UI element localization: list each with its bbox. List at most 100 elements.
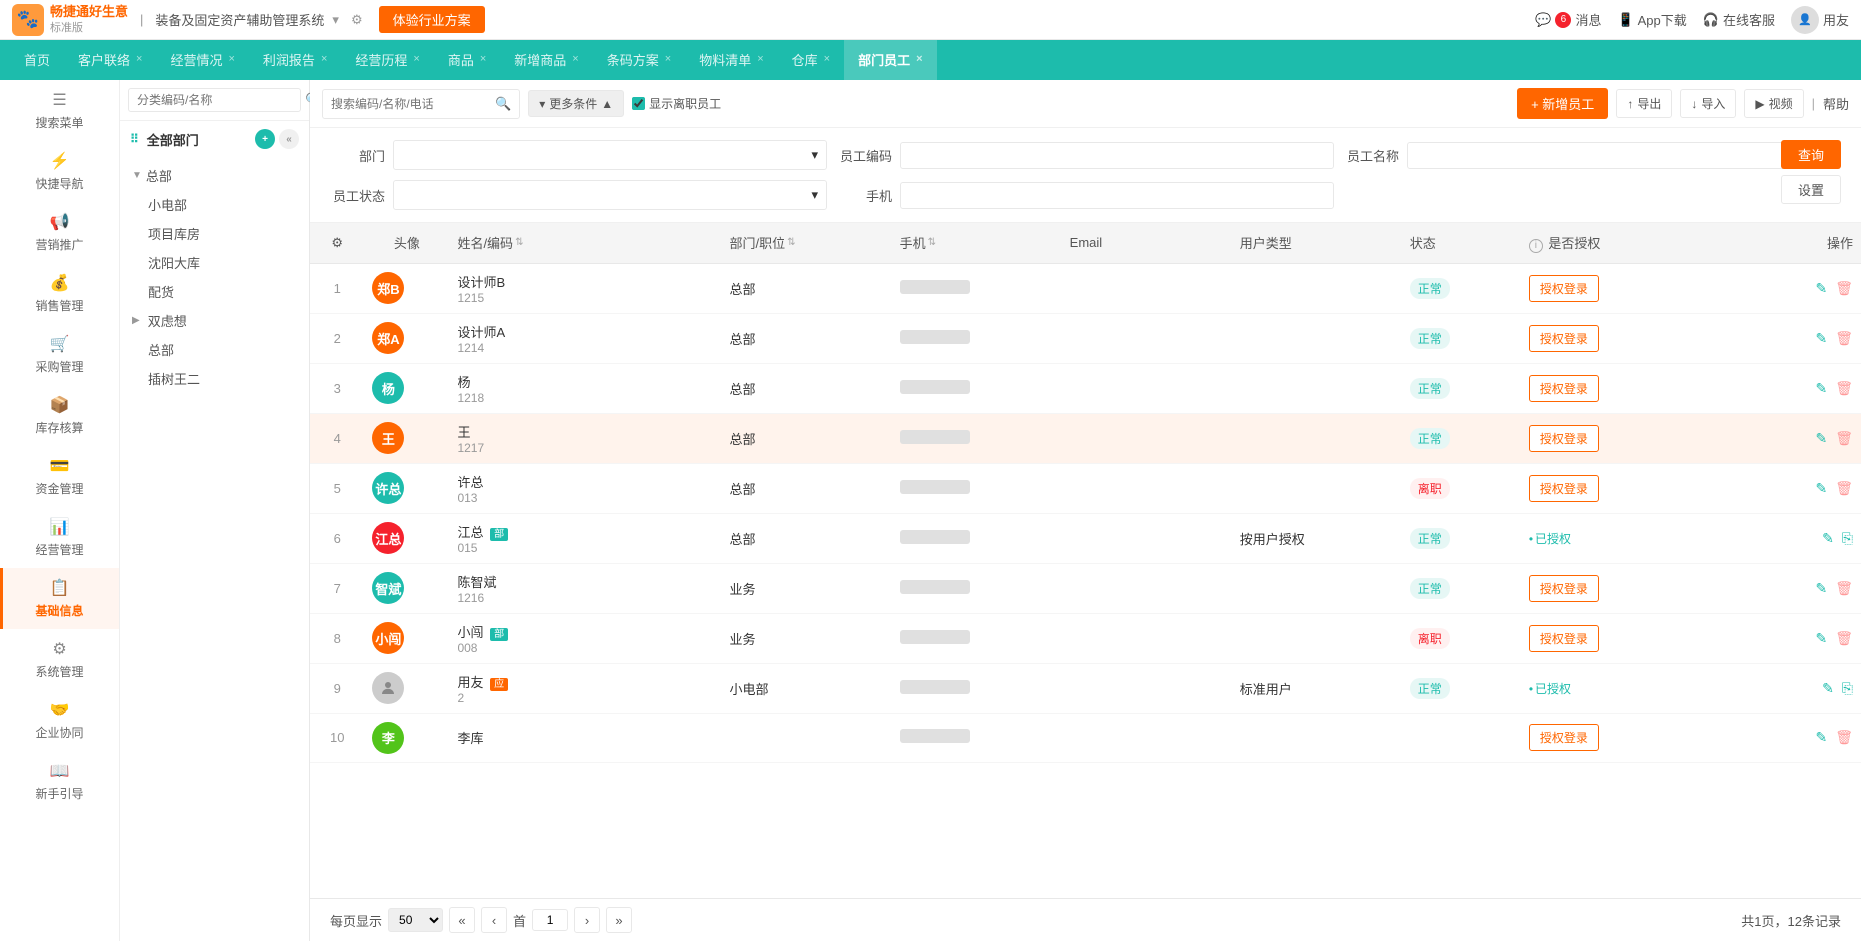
sidebar-item-inventory[interactable]: 📦 库存核算 [0,385,119,446]
close-icon[interactable]: × [321,53,327,65]
info-icon[interactable]: i [1529,239,1543,253]
auth-login-btn[interactable]: 授权登录 [1529,475,1599,502]
app-download-btn[interactable]: 📱 App下载 [1617,10,1686,29]
close-icon[interactable]: × [916,53,922,65]
help-btn[interactable]: 帮助 [1823,94,1849,113]
copy-icon[interactable]: ⎘ [1842,680,1853,697]
edit-icon[interactable]: ✎ [1822,680,1834,697]
dept-node-chashuwang[interactable]: 插树王二 [120,364,309,393]
sidebar-item-search[interactable]: ☰ 搜索菜单 [0,80,119,141]
video-btn[interactable]: ▶ 视频 [1744,89,1803,118]
close-icon[interactable]: × [757,53,763,65]
sidebar-item-guide[interactable]: 📖 新手引导 [0,751,119,812]
edit-icon[interactable]: ✎ [1815,480,1827,497]
query-btn[interactable]: 查询 [1781,140,1841,169]
export-btn[interactable]: ↑ 导出 [1616,89,1672,118]
import-btn[interactable]: ↓ 导入 [1680,89,1736,118]
tab-warehouse[interactable]: 仓库× [778,40,844,80]
empname-input[interactable] [1407,142,1841,169]
delete-icon[interactable]: 🗑 [1835,430,1853,447]
sidebar-item-marketing[interactable]: 📢 营销推广 [0,202,119,263]
dept-node-zonbu[interactable]: ▼ 总部 [120,161,309,190]
user-area[interactable]: 👤 用友 [1791,6,1849,34]
close-icon[interactable]: × [136,53,142,65]
tab-dept-staff[interactable]: 部门员工× [844,40,936,80]
status-select[interactable]: ▾ [393,180,827,210]
tab-profit[interactable]: 利润报告× [249,40,341,80]
dept-node-shenyang[interactable]: 沈阳大库 [120,248,309,277]
tab-barcode[interactable]: 条码方案× [593,40,685,80]
tab-add-goods[interactable]: 新增商品× [500,40,592,80]
empcode-input[interactable] [900,142,1334,169]
auth-login-btn[interactable]: 授权登录 [1529,575,1599,602]
tab-customer[interactable]: 客户联络× [64,40,156,80]
delete-icon[interactable]: 🗑 [1835,729,1853,746]
page-input[interactable] [532,909,568,931]
edit-icon[interactable]: ✎ [1815,330,1827,347]
auth-login-btn[interactable]: 授权登录 [1529,425,1599,452]
auth-login-btn[interactable]: 授权登录 [1529,275,1599,302]
sidebar-item-system[interactable]: ⚙ 系统管理 [0,629,119,690]
tab-history[interactable]: 经营历程× [341,40,433,80]
trial-btn[interactable]: 体验行业方案 [379,6,485,33]
tab-operation[interactable]: 经营情况× [156,40,248,80]
edit-icon[interactable]: ✎ [1815,729,1827,746]
dept-add-icon[interactable]: + [255,129,275,149]
close-icon[interactable]: × [480,53,486,65]
phone-input[interactable] [900,182,1334,209]
show-leave-checkbox-wrap[interactable]: 显示离职员工 [632,95,721,112]
dept-node-xiangli[interactable]: 项目库房 [120,219,309,248]
gear-icon[interactable]: ⚙ [351,12,363,28]
add-employee-btn[interactable]: + 新增员工 [1517,88,1608,119]
last-page-btn[interactable]: » [606,907,632,933]
edit-icon[interactable]: ✎ [1815,430,1827,447]
sidebar-item-quick-nav[interactable]: ⚡ 快捷导航 [0,141,119,202]
dept-node-xiaodibu[interactable]: 小电部 [120,190,309,219]
sidebar-item-enterprise[interactable]: 🤝 企业协同 [0,690,119,751]
delete-icon[interactable]: 🗑 [1835,630,1853,647]
edit-icon[interactable]: ✎ [1822,530,1834,547]
th-dept[interactable]: 部门/职位 ⇅ [722,223,892,263]
per-page-select[interactable]: 50 100 200 [388,908,443,932]
copy-icon[interactable]: ⎘ [1842,530,1853,547]
close-icon[interactable]: × [413,53,419,65]
close-icon[interactable]: × [572,53,578,65]
auth-login-btn[interactable]: 授权登录 [1529,625,1599,652]
first-page-btn[interactable]: « [449,907,475,933]
tab-home[interactable]: 首页 [10,40,64,80]
message-btn[interactable]: 💬 6 消息 [1535,10,1601,29]
setting-btn[interactable]: 设置 [1781,175,1841,204]
sidebar-item-sales[interactable]: 💰 销售管理 [0,263,119,324]
close-icon[interactable]: × [824,53,830,65]
tab-bom[interactable]: 物料清单× [685,40,777,80]
sidebar-item-finance[interactable]: 💳 资金管理 [0,446,119,507]
edit-icon[interactable]: ✎ [1815,280,1827,297]
close-icon[interactable]: × [665,53,671,65]
sidebar-item-business[interactable]: 📊 经营管理 [0,507,119,568]
edit-icon[interactable]: ✎ [1815,580,1827,597]
th-settings[interactable]: ⚙ [310,223,364,263]
auth-login-btn[interactable]: 授权登录 [1529,724,1599,751]
show-leave-checkbox[interactable] [632,97,645,110]
auth-login-btn[interactable]: 授权登录 [1529,375,1599,402]
dept-search-input[interactable] [128,88,301,112]
delete-icon[interactable]: 🗑 [1835,380,1853,397]
sidebar-item-purchase[interactable]: 🛒 采购管理 [0,324,119,385]
edit-icon[interactable]: ✎ [1815,630,1827,647]
sidebar-item-basic-info[interactable]: 📋 基础信息 [0,568,119,629]
dept-select[interactable]: ▾ [393,140,827,170]
search-filter-input[interactable] [331,97,491,111]
delete-icon[interactable]: 🗑 [1835,580,1853,597]
prev-page-btn[interactable]: ‹ [481,907,507,933]
chevron-down-icon[interactable]: ▾ [332,12,339,28]
dept-node-zonbu2[interactable]: 总部 [120,335,309,364]
tab-goods[interactable]: 商品× [434,40,500,80]
th-name[interactable]: 姓名/编码 ⇅ [449,223,721,263]
dept-collapse-icon[interactable]: « [279,129,299,149]
close-icon[interactable]: × [228,53,234,65]
delete-icon[interactable]: 🗑 [1835,330,1853,347]
delete-icon[interactable]: 🗑 [1835,280,1853,297]
dept-node-shuanglvxiang[interactable]: ▶ 双虑想 [120,306,309,335]
edit-icon[interactable]: ✎ [1815,380,1827,397]
more-filter-btn[interactable]: ▾ 更多条件 ▲ [528,90,624,117]
